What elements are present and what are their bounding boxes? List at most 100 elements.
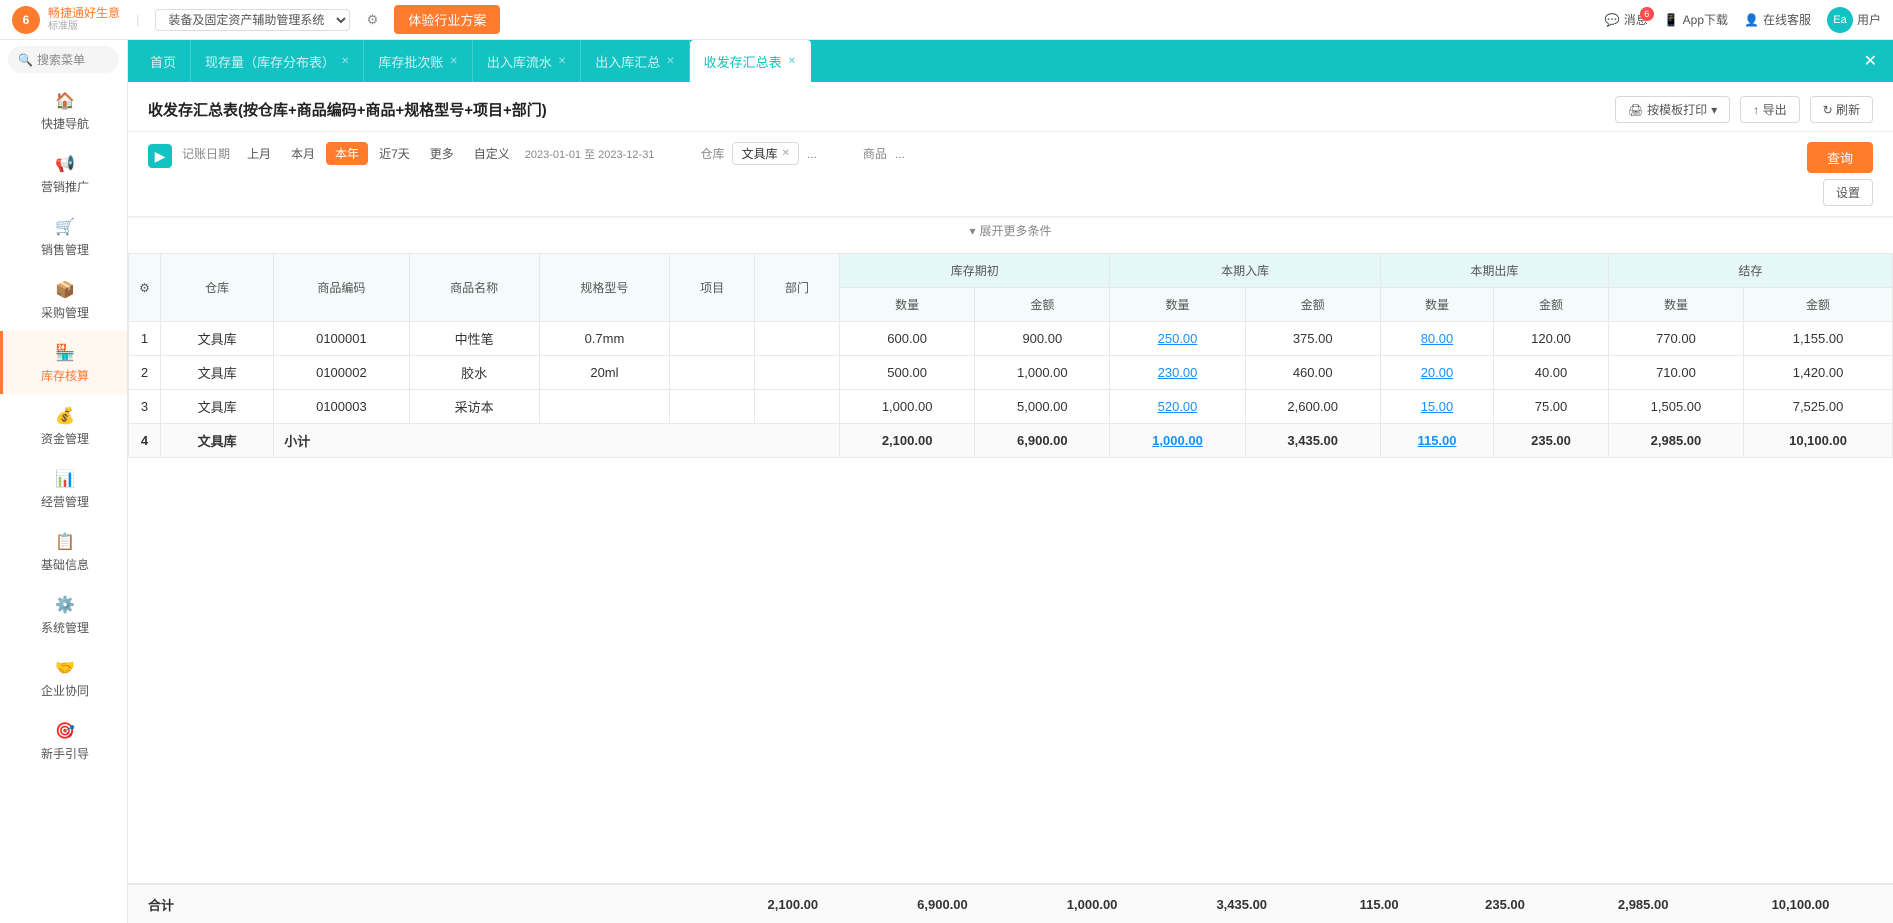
query-btn[interactable]: 查询 (1807, 142, 1873, 173)
row-open-amt: 5,000.00 (975, 390, 1110, 424)
row-goods-spec: 20ml (539, 356, 669, 390)
refresh-btn[interactable]: ↻ 刷新 (1810, 96, 1873, 123)
row-in-qty[interactable]: 520.00 (1110, 390, 1245, 424)
refresh-icon: ↻ (1823, 103, 1833, 117)
expand-more-label: 展开更多条件 (980, 222, 1052, 239)
subtotal-open-amt: 6,900.00 (975, 424, 1110, 458)
tab-inout-flow[interactable]: 出入库流水 ✕ (473, 40, 581, 82)
row-in-qty[interactable]: 250.00 (1110, 322, 1245, 356)
total-label: 合计 (138, 889, 358, 920)
window-close-btn[interactable]: ✕ (1856, 51, 1885, 71)
page-header: 收发存汇总表(按仓库+商品编码+商品+规格型号+项目+部门) 🖨 按模板打印 ▾… (128, 82, 1893, 132)
total-close-amt: 10,100.00 (1718, 889, 1883, 920)
sidebar-item-marketing[interactable]: 📢 营销推广 (0, 142, 127, 205)
date-btn-cur-year[interactable]: 本年 (326, 142, 368, 165)
table-row: 1 文具库 0100001 中性笔 0.7mm 600.00 900.00 25… (129, 322, 1893, 356)
sidebar-item-inventory[interactable]: 🏪 库存核算 (0, 331, 127, 394)
date-btn-prev-month[interactable]: 上月 (238, 142, 280, 165)
tab-recv-send[interactable]: 收发存汇总表 ✕ (690, 40, 811, 82)
sidebar-item-label: 营销推广 (41, 178, 89, 195)
subtotal-in-qty[interactable]: 1,000.00 (1110, 424, 1245, 458)
print-template-btn[interactable]: 🖨 按模板打印 ▾ (1615, 96, 1730, 123)
th-settings[interactable]: ⚙ (129, 254, 161, 322)
row-no: 2 (129, 356, 161, 390)
download-icon: 📱 (1664, 13, 1679, 27)
row-out-qty[interactable]: 80.00 (1380, 322, 1493, 356)
date-btn-cur-month[interactable]: 本月 (282, 142, 324, 165)
row-goods-code: 0100003 (274, 390, 409, 424)
date-range-text: 2023-01-01 至 2023-12-31 (525, 146, 655, 162)
filter-toggle-btn[interactable]: ▶ (148, 144, 172, 168)
subtotal-out-qty[interactable]: 115.00 (1380, 424, 1493, 458)
warehouse-more-btn[interactable]: ... (807, 147, 817, 161)
app-download-btn[interactable]: 📱 App下载 (1664, 11, 1728, 28)
user-btn[interactable]: Ea 用户 (1827, 7, 1881, 33)
tab-inout-summary-close[interactable]: ✕ (666, 56, 674, 67)
row-dept (755, 322, 840, 356)
sidebar-item-purchase[interactable]: 📦 采购管理 (0, 268, 127, 331)
sidebar-item-newbie[interactable]: 🎯 新手引导 (0, 709, 127, 772)
footer-total: 合计 2,100.00 6,900.00 1,000.00 3,435.00 1… (128, 883, 1893, 923)
row-close-qty: 710.00 (1608, 356, 1743, 390)
sidebar-item-enterprise[interactable]: 🤝 企业协同 (0, 646, 127, 709)
row-no: 1 (129, 322, 161, 356)
tab-batch-ledger[interactable]: 库存批次账 ✕ (364, 40, 472, 82)
sidebar-item-quick-nav[interactable]: 🏠 快捷导航 (0, 79, 127, 142)
warehouse-filter-label: 仓库 (700, 145, 724, 162)
expand-chevron-icon: ▾ (969, 224, 975, 238)
date-btn-custom[interactable]: 自定义 (465, 142, 519, 165)
row-out-amt: 120.00 (1494, 322, 1609, 356)
placeholder5 (658, 889, 718, 920)
row-open-qty: 600.00 (840, 322, 975, 356)
tab-recv-send-close[interactable]: ✕ (788, 56, 796, 67)
row-dept (755, 356, 840, 390)
service-icon: 👤 (1744, 13, 1759, 27)
tab-home[interactable]: 首页 (136, 40, 191, 82)
subtotal-in-amt: 3,435.00 (1245, 424, 1380, 458)
tab-inout-flow-label: 出入库流水 (487, 52, 552, 71)
tab-inventory-dist[interactable]: 现存量（库存分布表） ✕ (191, 40, 364, 82)
row-out-qty[interactable]: 15.00 (1380, 390, 1493, 424)
tab-inout-flow-close[interactable]: ✕ (558, 56, 566, 67)
row-goods-name: 胶水 (409, 356, 539, 390)
export-btn[interactable]: ↑ 导出 (1740, 96, 1799, 123)
row-out-qty[interactable]: 20.00 (1380, 356, 1493, 390)
row-open-qty: 500.00 (840, 356, 975, 390)
sidebar-item-finance[interactable]: 💰 资金管理 (0, 394, 127, 457)
sidebar-item-operation[interactable]: 📊 经营管理 (0, 457, 127, 520)
total-in-amt: 3,435.00 (1167, 889, 1317, 920)
print-icon: 🖨 (1628, 103, 1643, 117)
set-btn[interactable]: 设置 (1823, 179, 1873, 206)
tab-inventory-dist-close[interactable]: ✕ (341, 56, 349, 67)
date-btn-more[interactable]: 更多 (421, 142, 463, 165)
message-icon: 💬 (1605, 13, 1620, 27)
sidebar-item-basic-info[interactable]: 📋 基础信息 (0, 520, 127, 583)
export-icon: ↑ (1753, 103, 1759, 117)
expand-more-bar[interactable]: ▾ 展开更多条件 (128, 217, 1893, 243)
warehouse-tag-close[interactable]: ✕ (781, 148, 789, 159)
search-menu-btn[interactable]: 🔍 搜索菜单 (8, 46, 119, 73)
newbie-icon: 🎯 (55, 721, 75, 741)
app-logo: 6 (12, 6, 40, 34)
system-title-select[interactable]: 装备及固定资产辅助管理系统 (155, 9, 350, 31)
settings-gear-icon[interactable]: ⚙ (358, 6, 386, 34)
th-goods-spec: 规格型号 (539, 254, 669, 322)
trial-btn[interactable]: 体验行业方案 (394, 5, 500, 34)
th-dept: 部门 (755, 254, 840, 322)
chevron-down-icon: ▾ (1711, 103, 1717, 117)
message-btn[interactable]: 💬 消息 6 (1605, 11, 1648, 28)
online-service-btn[interactable]: 👤 在线客服 (1744, 11, 1811, 28)
tab-batch-ledger-close[interactable]: ✕ (449, 56, 457, 67)
warehouse-tag[interactable]: 文具库 ✕ (732, 142, 798, 165)
tab-inout-summary[interactable]: 出入库汇总 ✕ (581, 40, 689, 82)
topbar: 6 畅捷通好生意 标准版 | 装备及固定资产辅助管理系统 ⚙ 体验行业方案 💬 … (0, 0, 1893, 40)
row-goods-code: 0100002 (274, 356, 409, 390)
th-warehouse: 仓库 (161, 254, 274, 322)
goods-more-btn[interactable]: ... (895, 147, 905, 161)
subtotal-close-qty: 2,985.00 (1608, 424, 1743, 458)
sidebar-item-system[interactable]: ⚙️ 系统管理 (0, 583, 127, 646)
row-in-qty[interactable]: 230.00 (1110, 356, 1245, 390)
sidebar-item-sales[interactable]: 🛒 销售管理 (0, 205, 127, 268)
date-btn-7days[interactable]: 近7天 (370, 142, 419, 165)
row-open-amt: 900.00 (975, 322, 1110, 356)
